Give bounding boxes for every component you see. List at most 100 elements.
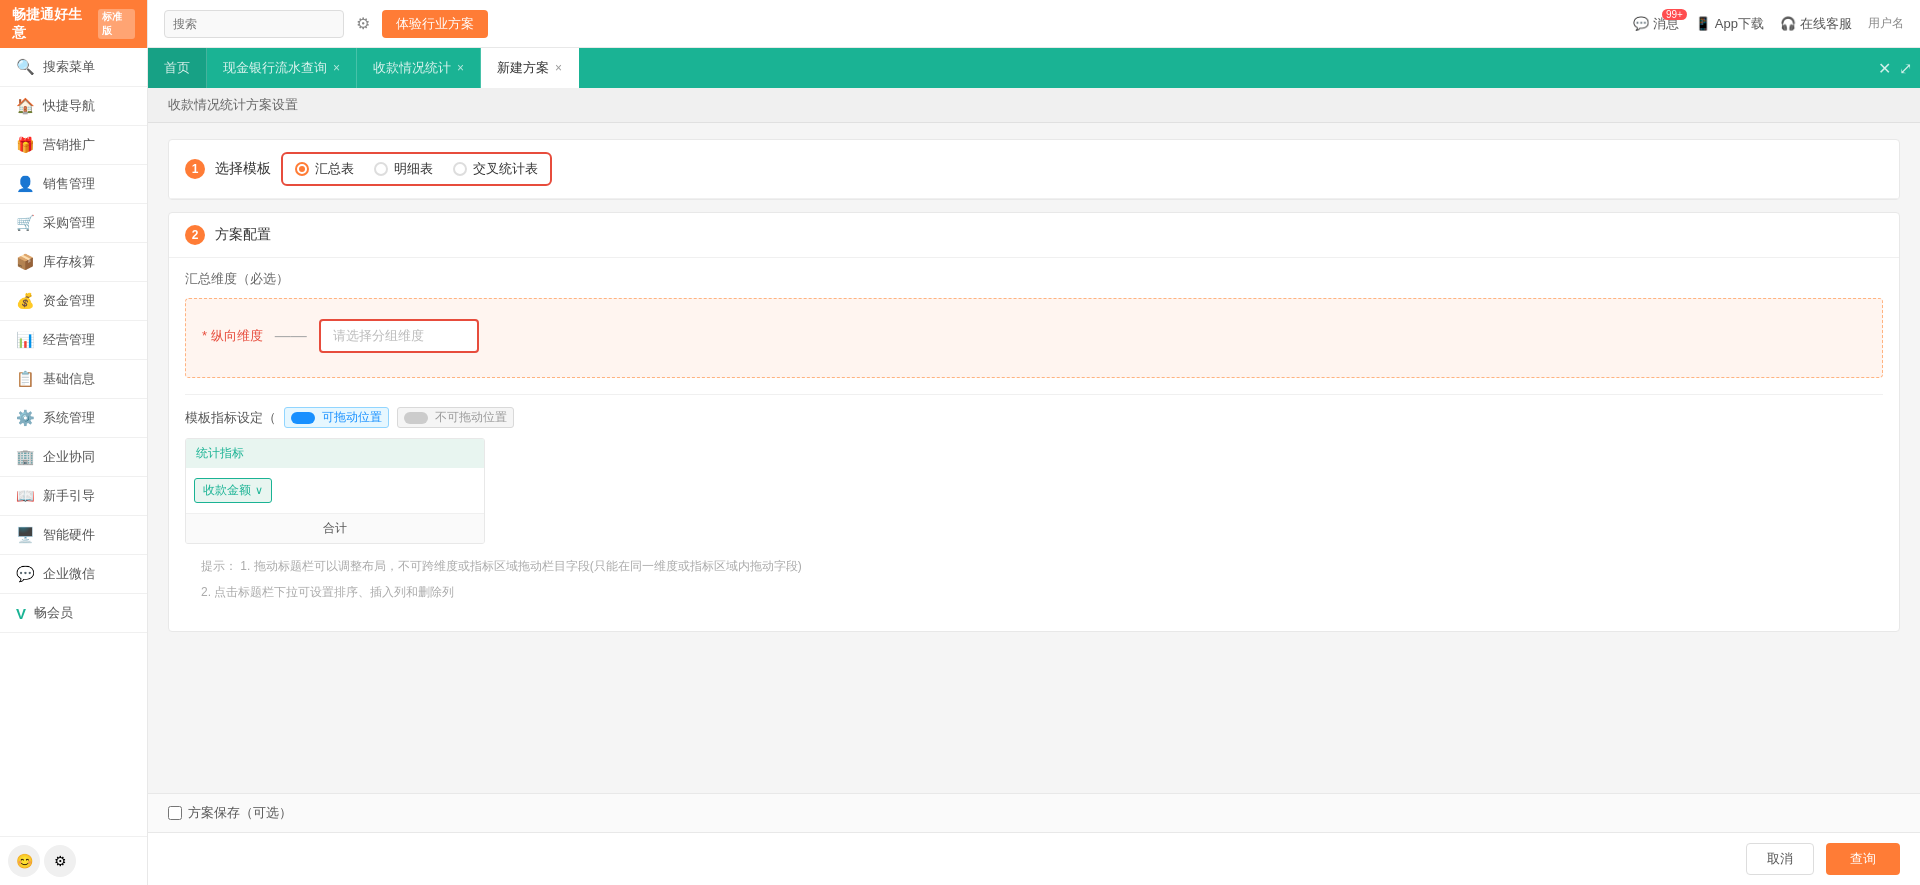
support-label: 在线客服: [1800, 15, 1852, 33]
sidebar-item-operations[interactable]: 📊 经营管理: [0, 321, 147, 360]
sidebar-item-label: 库存核算: [43, 253, 95, 271]
notification-badge[interactable]: 💬 消息 99+: [1633, 15, 1679, 33]
sidebar-item-capital[interactable]: 💰 资金管理: [0, 282, 147, 321]
tab-bank-flow-label: 现金银行流水查询: [223, 59, 327, 77]
page-breadcrumb: 收款情况统计方案设置: [148, 88, 1920, 123]
sidebar-item-sales[interactable]: 👤 销售管理: [0, 165, 147, 204]
notification-count: 99+: [1662, 9, 1687, 20]
sidebar-logo: 畅捷通好生意 标准版: [0, 0, 147, 48]
sidebar-bottom: 😊 ⚙: [0, 836, 147, 885]
sidebar-item-basic-info[interactable]: 📋 基础信息: [0, 360, 147, 399]
sidebar-item-label: 基础信息: [43, 370, 95, 388]
sidebar-item-label: 营销推广: [43, 136, 95, 154]
radio-cross[interactable]: [453, 162, 467, 176]
support-badge[interactable]: 🎧 在线客服: [1780, 15, 1852, 33]
template-option-detail[interactable]: 明细表: [374, 160, 433, 178]
tab-bank-flow[interactable]: 现金银行流水查询 ×: [207, 48, 357, 88]
non-draggable-toggle: [404, 412, 428, 424]
dimension-area: * 纵向维度 —— 请选择分组维度: [185, 298, 1883, 378]
step1-title: 选择模板: [215, 160, 271, 178]
save-checkbox[interactable]: [168, 806, 182, 820]
cart-icon: 🛒: [16, 214, 35, 232]
wechat-icon: 💬: [16, 565, 35, 583]
sidebar-item-wechat[interactable]: 💬 企业微信: [0, 555, 147, 594]
indicator-header: 模板指标设定（ 可拖动位置 不可拖动位置: [185, 407, 1883, 428]
tabbar: 首页 现金银行流水查询 × 收款情况统计 × 新建方案 × ✕ ⤢: [148, 48, 1920, 88]
tab-home[interactable]: 首页: [148, 48, 207, 88]
dimension-select[interactable]: 请选择分组维度: [319, 319, 479, 353]
sidebar-item-purchase[interactable]: 🛒 采购管理: [0, 204, 147, 243]
enterprise-icon: 🏢: [16, 448, 35, 466]
hardware-icon: 🖥️: [16, 526, 35, 544]
dimension-arrow: ——: [275, 327, 307, 345]
sidebar: 畅捷通好生意 标准版 🔍 搜索菜单 🏠 快捷导航 🎁 营销推广 👤 销售管理 🛒…: [0, 0, 148, 885]
sidebar-item-label: 资金管理: [43, 292, 95, 310]
industry-btn[interactable]: 体验行业方案: [382, 10, 488, 38]
indicator-title: 模板指标设定（: [185, 409, 276, 427]
sidebar-item-label: 企业协同: [43, 448, 95, 466]
box-icon: 📦: [16, 253, 35, 271]
version-badge: 标准版: [98, 9, 135, 39]
step1-number: 1: [185, 159, 205, 179]
logo-text: 畅捷通好生意: [12, 6, 94, 42]
dimension-subtitle: 汇总维度（必选）: [185, 270, 1883, 288]
save-option-label[interactable]: 方案保存（可选）: [168, 804, 292, 822]
config-body: 汇总维度（必选） * 纵向维度 —— 请选择分组维度 模: [169, 258, 1899, 631]
step2-number: 2: [185, 225, 205, 245]
indicator-section: 模板指标设定（ 可拖动位置 不可拖动位置 统计指标: [185, 394, 1883, 544]
sidebar-item-enterprise[interactable]: 🏢 企业协同: [0, 438, 147, 477]
settings-icon[interactable]: ⚙: [356, 14, 370, 33]
sidebar-item-guide[interactable]: 📖 新手引导: [0, 477, 147, 516]
tab-expand-icon[interactable]: ⤢: [1899, 59, 1912, 78]
draggable-label: 可拖动位置: [322, 409, 382, 426]
page-body: 1 选择模板 汇总表 明细表 交叉统计表: [148, 123, 1920, 793]
sidebar-item-marketing[interactable]: 🎁 营销推广: [0, 126, 147, 165]
search-input[interactable]: [164, 10, 344, 38]
sidebar-avatar[interactable]: 😊: [8, 845, 40, 877]
indicator-tag-collection[interactable]: 收款金额 ∨: [194, 478, 272, 503]
tab-collection-stats-close[interactable]: ×: [457, 61, 464, 75]
sidebar-item-search-menu[interactable]: 🔍 搜索菜单: [0, 48, 147, 87]
sidebar-item-hardware[interactable]: 🖥️ 智能硬件: [0, 516, 147, 555]
topbar-right: 💬 消息 99+ 📱 App下载 🎧 在线客服 用户名: [1633, 15, 1904, 33]
sidebar-item-label: 经营管理: [43, 331, 95, 349]
sidebar-item-system[interactable]: ⚙️ 系统管理: [0, 399, 147, 438]
download-badge[interactable]: 📱 App下载: [1695, 15, 1764, 33]
template-summary-label: 汇总表: [315, 160, 354, 178]
template-options-container: 汇总表 明细表 交叉统计表: [281, 152, 552, 186]
sidebar-item-inventory[interactable]: 📦 库存核算: [0, 243, 147, 282]
sidebar-item-member[interactable]: V 畅会员: [0, 594, 147, 633]
tab-close-all-icon[interactable]: ✕: [1878, 59, 1891, 78]
step1-header: 1 选择模板 汇总表 明细表 交叉统计表: [169, 140, 1899, 199]
chart-icon: 📊: [16, 331, 35, 349]
cancel-button[interactable]: 取消: [1746, 843, 1814, 875]
tab-home-label: 首页: [164, 59, 190, 77]
tab-collection-stats-label: 收款情况统计: [373, 59, 451, 77]
tag-dropdown-icon: ∨: [255, 484, 263, 497]
query-button[interactable]: 查询: [1826, 843, 1900, 875]
non-draggable-badge: 不可拖动位置: [397, 407, 514, 428]
tab-new-plan[interactable]: 新建方案 ×: [481, 48, 579, 88]
template-option-summary[interactable]: 汇总表: [295, 160, 354, 178]
sidebar-item-quick-nav[interactable]: 🏠 快捷导航: [0, 87, 147, 126]
guide-icon: 📖: [16, 487, 35, 505]
draggable-toggle: [291, 412, 315, 424]
indicator-subtotal: 合计: [186, 513, 484, 543]
tab-new-plan-close[interactable]: ×: [555, 61, 562, 75]
template-option-cross[interactable]: 交叉统计表: [453, 160, 538, 178]
tab-collection-stats[interactable]: 收款情况统计 ×: [357, 48, 481, 88]
page-footer: 方案保存（可选）: [148, 793, 1920, 832]
download-icon: 📱: [1695, 16, 1711, 31]
user-icon: 👤: [16, 175, 35, 193]
non-draggable-label: 不可拖动位置: [435, 409, 507, 426]
sidebar-item-label: 搜索菜单: [43, 58, 95, 76]
radio-detail[interactable]: [374, 162, 388, 176]
radio-summary[interactable]: [295, 162, 309, 176]
sidebar-item-label: 畅会员: [34, 604, 73, 622]
tip-line-1: 提示： 1. 拖动标题栏可以调整布局，不可跨维度或指标区域拖动栏目字段(只能在同…: [201, 556, 1867, 578]
dimension-placeholder: 请选择分组维度: [333, 328, 424, 343]
tab-bank-flow-close[interactable]: ×: [333, 61, 340, 75]
topbar: ⚙ 体验行业方案 💬 消息 99+ 📱 App下载 🎧 在线客服 用户名: [148, 0, 1920, 48]
sidebar-settings-icon[interactable]: ⚙: [44, 845, 76, 877]
search-menu-icon: 🔍: [16, 58, 35, 76]
